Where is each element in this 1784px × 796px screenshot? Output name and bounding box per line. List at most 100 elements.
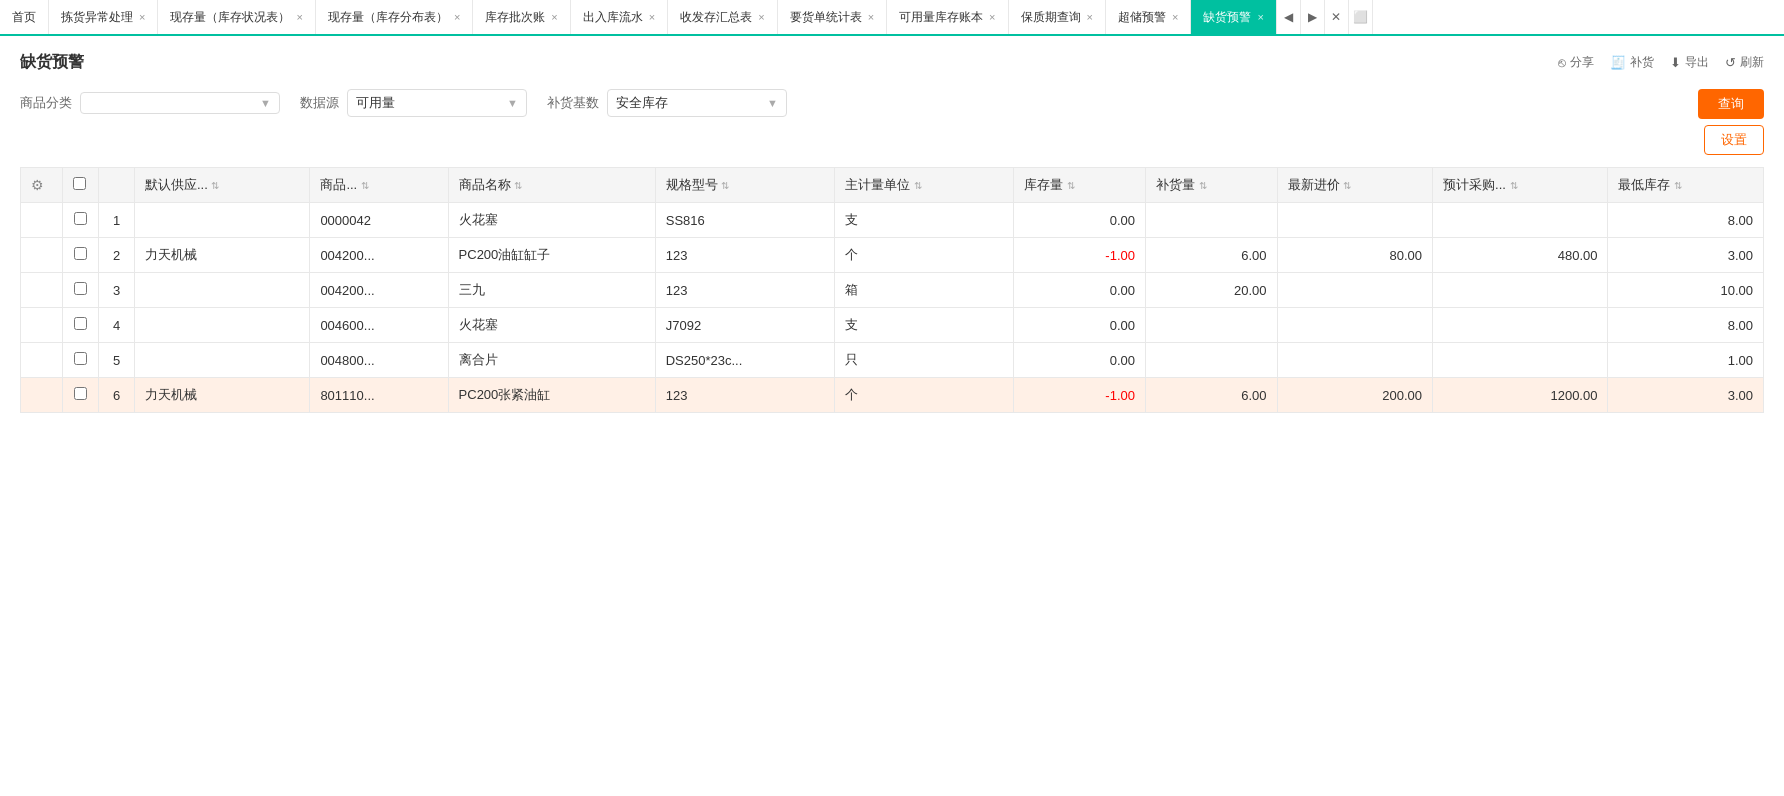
cell-spec: DS250*23c... <box>655 343 834 378</box>
page-content: 缺货预警 ⎋ 分享 🧾 补货 ⬇ 导出 ↺ 刷新 商品分类 <box>0 36 1784 796</box>
sort-icon[interactable]: ⇅ <box>721 180 729 191</box>
close-icon[interactable]: × <box>1087 11 1093 23</box>
cell-goods-name: 三九 <box>448 273 655 308</box>
cell-goods-code: 004200... <box>310 238 448 273</box>
cell-check <box>63 273 99 308</box>
sort-icon[interactable]: ⇅ <box>1199 180 1207 191</box>
sort-icon[interactable]: ⇅ <box>211 180 219 191</box>
col-header-spec: 规格型号 ⇅ <box>655 168 834 203</box>
tab-expiry-query[interactable]: 保质期查询 × <box>1009 0 1106 34</box>
restock-base-label: 补货基数 <box>547 94 599 112</box>
cell-latest-price <box>1277 273 1432 308</box>
cell-restock-qty <box>1146 343 1278 378</box>
restock-button[interactable]: 🧾 补货 <box>1610 54 1654 71</box>
tab-stock-dist[interactable]: 现存量（库存分布表） × <box>316 0 473 34</box>
row-checkbox[interactable] <box>74 282 87 295</box>
restock-base-filter-group: 补货基数 安全库存 ▼ <box>547 89 787 117</box>
col-header-goods-code: 商品... ⇅ <box>310 168 448 203</box>
cell-restock-qty <box>1146 308 1278 343</box>
close-icon[interactable]: × <box>139 11 145 23</box>
filter-right: 查询 设置 <box>1698 89 1764 155</box>
data-table: ⚙ 默认供应... ⇅ 商品... ⇅ 商品名称 ⇅ <box>20 167 1764 413</box>
share-icon: ⎋ <box>1558 55 1566 70</box>
tab-available-ledger[interactable]: 可用量库存账本 × <box>887 0 1008 34</box>
close-icon[interactable]: × <box>868 11 874 23</box>
datasource-value: 可用量 <box>356 94 395 112</box>
close-icon[interactable]: × <box>1172 11 1178 23</box>
sort-icon[interactable]: ⇅ <box>1674 180 1682 191</box>
sort-icon[interactable]: ⇅ <box>1510 180 1518 191</box>
cell-goods-name: 火花塞 <box>448 308 655 343</box>
tab-scroll-right[interactable]: ▶ <box>1301 0 1325 35</box>
cell-check <box>63 308 99 343</box>
refresh-button[interactable]: ↺ 刷新 <box>1725 54 1764 71</box>
cell-restock-qty <box>1146 203 1278 238</box>
cell-check <box>63 238 99 273</box>
category-select[interactable]: ▼ <box>80 92 280 114</box>
select-all-checkbox[interactable] <box>73 177 86 190</box>
close-icon[interactable]: × <box>758 11 764 23</box>
row-checkbox[interactable] <box>74 317 87 330</box>
tab-home[interactable]: 首页 <box>0 0 49 34</box>
export-button[interactable]: ⬇ 导出 <box>1670 54 1709 71</box>
close-icon[interactable]: × <box>649 11 655 23</box>
cell-restock-qty: 6.00 <box>1146 378 1278 413</box>
tab-scroll-left[interactable]: ◀ <box>1277 0 1301 35</box>
cell-goods-code: 0000042 <box>310 203 448 238</box>
close-icon[interactable]: × <box>989 11 995 23</box>
share-button[interactable]: ⎋ 分享 <box>1558 54 1594 71</box>
tab-stock-status[interactable]: 现存量（库存状况表） × <box>158 0 315 34</box>
restock-base-value: 安全库存 <box>616 94 668 112</box>
cell-stock: 0.00 <box>1014 343 1146 378</box>
cell-spec: J7092 <box>655 308 834 343</box>
cell-goods-name: 离合片 <box>448 343 655 378</box>
close-icon[interactable]: × <box>1257 11 1263 23</box>
cell-restock-qty: 20.00 <box>1146 273 1278 308</box>
row-checkbox[interactable] <box>74 247 87 260</box>
filter-container: 商品分类 ▼ 数据源 可用量 ▼ 补货基数 安全库存 ▼ <box>20 89 1764 155</box>
cell-min-stock: 3.00 <box>1608 238 1764 273</box>
cell-stock: -1.00 <box>1014 378 1146 413</box>
close-icon[interactable]: × <box>296 11 302 23</box>
col-header-restock-qty: 补货量 ⇅ <box>1146 168 1278 203</box>
cell-latest-price <box>1277 203 1432 238</box>
close-icon[interactable]: × <box>551 11 557 23</box>
tab-order-stats[interactable]: 要货单统计表 × <box>778 0 887 34</box>
cell-settings <box>21 273 63 308</box>
cell-unit: 只 <box>835 343 1014 378</box>
settings-icon[interactable]: ⚙ <box>31 177 44 193</box>
restock-base-select[interactable]: 安全库存 ▼ <box>607 89 787 117</box>
cell-unit: 个 <box>835 378 1014 413</box>
sort-icon[interactable]: ⇅ <box>914 180 922 191</box>
tab-overstock-warning[interactable]: 超储预警 × <box>1106 0 1191 34</box>
settings-button[interactable]: 设置 <box>1704 125 1764 155</box>
cell-goods-code: 801110... <box>310 378 448 413</box>
cell-settings <box>21 343 63 378</box>
tab-pick-error[interactable]: 拣货异常处理 × <box>49 0 158 34</box>
datasource-select[interactable]: 可用量 ▼ <box>347 89 527 117</box>
tab-batch-account[interactable]: 库存批次账 × <box>473 0 570 34</box>
query-button[interactable]: 查询 <box>1698 89 1764 119</box>
cell-unit: 个 <box>835 238 1014 273</box>
row-checkbox[interactable] <box>74 352 87 365</box>
cell-latest-price <box>1277 343 1432 378</box>
cell-index: 2 <box>99 238 135 273</box>
cell-goods-name: PC200张紧油缸 <box>448 378 655 413</box>
sort-icon[interactable]: ⇅ <box>1067 180 1075 191</box>
tab-close-all[interactable]: ✕ <box>1325 0 1349 35</box>
tab-shortage-warning[interactable]: 缺货预警 × <box>1191 0 1276 34</box>
close-icon[interactable]: × <box>454 11 460 23</box>
export-icon: ⬇ <box>1670 55 1681 70</box>
cell-spec: SS816 <box>655 203 834 238</box>
sort-icon[interactable]: ⇅ <box>514 180 522 191</box>
row-checkbox[interactable] <box>74 212 87 225</box>
sort-icon[interactable]: ⇅ <box>1343 180 1351 191</box>
cell-goods-code: 004200... <box>310 273 448 308</box>
tab-inout-flow[interactable]: 出入库流水 × <box>571 0 668 34</box>
tab-maximize[interactable]: ⬜ <box>1349 0 1373 35</box>
tab-receipt-summary[interactable]: 收发存汇总表 × <box>668 0 777 34</box>
cell-est-purchase <box>1433 203 1608 238</box>
cell-est-purchase <box>1433 343 1608 378</box>
row-checkbox[interactable] <box>74 387 87 400</box>
sort-icon[interactable]: ⇅ <box>361 180 369 191</box>
